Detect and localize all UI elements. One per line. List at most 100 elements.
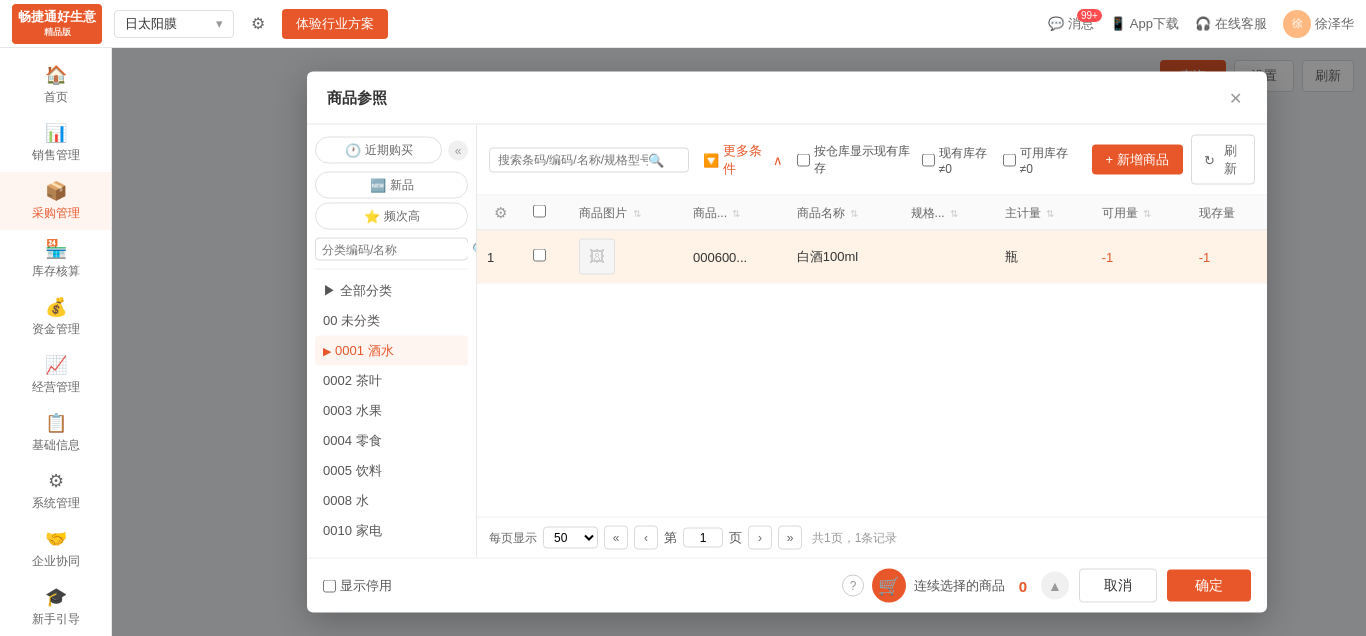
sidebar-label-collab: 企业协同 <box>32 553 80 570</box>
frequent-btn[interactable]: ⭐ 频次高 <box>315 203 468 230</box>
checkbox-available-neq-input[interactable] <box>1003 153 1016 166</box>
table-row[interactable]: 1 🖼 000600... <box>477 230 1267 283</box>
prev-page-btn[interactable]: ‹ <box>634 526 658 550</box>
modal-header: 商品参照 ✕ <box>307 72 1267 125</box>
checkbox-stock-neq-input[interactable] <box>922 153 935 166</box>
name-sort-icon: ⇅ <box>850 207 858 218</box>
img-sort-icon: ⇅ <box>633 207 641 218</box>
table-header-row: ⚙ 商品图片 ⇅ <box>477 196 1267 231</box>
sidebar-item-purchase[interactable]: 📦 采购管理 <box>0 172 111 230</box>
per-page-label: 每页显示 <box>489 529 537 546</box>
checkbox-stock-neq[interactable]: 现有库存≠0 <box>922 144 995 175</box>
td-unit: 瓶 <box>995 230 1092 283</box>
checkbox-stock-neq-label: 现有库存≠0 <box>939 144 995 175</box>
confirm-button[interactable]: 确定 <box>1167 570 1251 602</box>
checkbox-available-neq[interactable]: 可用库存≠0 <box>1003 144 1076 175</box>
star-icon: ⭐ <box>364 209 380 224</box>
guide-icon: 🎓 <box>45 586 67 608</box>
checkbox-warehouse-input[interactable] <box>797 153 810 166</box>
select-all-checkbox[interactable] <box>533 205 546 218</box>
sidebar-item-business[interactable]: 📈 经营管理 <box>0 346 111 404</box>
category-search-input[interactable] <box>322 242 472 256</box>
tenant-name: 日太阳膜 <box>125 15 177 33</box>
sidebar-item-guide[interactable]: 🎓 新手引导 <box>0 578 111 636</box>
avatar: 徐 <box>1283 10 1311 38</box>
th-checkbox <box>523 196 569 231</box>
code-sort-icon: ⇅ <box>732 207 740 218</box>
sidebar-item-home[interactable]: 🏠 首页 <box>0 56 111 114</box>
th-code[interactable]: 商品... ⇅ <box>683 196 787 231</box>
product-search-input[interactable] <box>498 153 648 167</box>
tenant-dropdown[interactable]: 日太阳膜 ▾ <box>114 10 234 38</box>
unit-sort-icon: ⇅ <box>1046 207 1054 218</box>
sidebar-item-base[interactable]: 📋 基础信息 <box>0 404 111 462</box>
modal-close-button[interactable]: ✕ <box>1223 86 1247 110</box>
filter-label: 更多条件 <box>723 142 769 178</box>
message-icon: 💬 <box>1048 16 1064 31</box>
business-icon: 📈 <box>45 354 67 376</box>
message-item[interactable]: 💬 消息 99+ <box>1048 15 1094 33</box>
add-product-button[interactable]: + 新增商品 <box>1092 145 1183 175</box>
recent-purchase-btn[interactable]: 🕐 近期购买 <box>315 137 442 164</box>
sidebar-label-business: 经营管理 <box>32 379 80 396</box>
sidebar-item-system[interactable]: ⚙ 系统管理 <box>0 462 111 520</box>
checkbox-warehouse-label: 按仓库显示现有库存 <box>814 143 914 177</box>
checkbox-warehouse[interactable]: 按仓库显示现有库存 <box>797 143 914 177</box>
th-avail[interactable]: 可用量 ⇅ <box>1092 196 1189 231</box>
next-page-btn[interactable]: › <box>748 526 772 550</box>
category-appliance[interactable]: 0010 家电 <box>315 516 468 546</box>
product-search-icon[interactable]: 🔍 <box>648 152 664 167</box>
filter-button[interactable]: 🔽 更多条件 ∧ <box>697 138 789 182</box>
product-table-wrap: ⚙ 商品图片 ⇅ <box>477 196 1267 517</box>
th-name[interactable]: 商品名称 ⇅ <box>787 196 901 231</box>
category-all[interactable]: ▶ 全部分类 <box>315 276 468 306</box>
base-icon: 📋 <box>45 412 67 434</box>
category-snack[interactable]: 0004 零食 <box>315 426 468 456</box>
cart-icon[interactable]: 🛒 <box>872 569 906 603</box>
help-icon[interactable]: ? <box>842 575 864 597</box>
category-liquor[interactable]: ▶ 0001 酒水 <box>315 336 468 366</box>
cancel-button[interactable]: 取消 <box>1079 569 1157 603</box>
th-unit[interactable]: 主计量 ⇅ <box>995 196 1092 231</box>
th-stock[interactable]: 现存量 <box>1189 196 1267 231</box>
product-reference-modal: 商品参照 ✕ 🕐 近期购买 « 🆕 新品 <box>307 72 1267 613</box>
table-gear-icon[interactable]: ⚙ <box>494 204 507 221</box>
th-spec[interactable]: 规格... ⇅ <box>901 196 995 231</box>
filter-collapse-icon: ∧ <box>773 152 783 167</box>
show-disabled-checkbox[interactable]: 显示停用 <box>323 577 392 595</box>
row-checkbox[interactable] <box>533 249 546 262</box>
logo-sub: 精品版 <box>44 26 71 39</box>
refresh-button[interactable]: ↻ 刷新 <box>1191 135 1255 185</box>
app-download-item[interactable]: 📱 App下载 <box>1110 15 1179 33</box>
td-checkbox[interactable] <box>523 230 569 283</box>
new-product-label: 新品 <box>390 177 414 194</box>
category-uncategorized[interactable]: 00 未分类 <box>315 306 468 336</box>
new-product-btn[interactable]: 🆕 新品 <box>315 172 468 199</box>
category-tea[interactable]: 0002 茶叶 <box>315 366 468 396</box>
td-name: 白酒100ml <box>787 230 901 283</box>
show-disabled-input[interactable] <box>323 579 336 592</box>
sidebar-label-purchase: 采购管理 <box>32 205 80 222</box>
first-page-btn[interactable]: « <box>604 526 628 550</box>
per-page-select[interactable]: 50 20 100 <box>543 527 598 549</box>
sidebar-item-inventory[interactable]: 🏪 库存核算 <box>0 230 111 288</box>
sidebar-item-sales[interactable]: 📊 销售管理 <box>0 114 111 172</box>
layout: 🏠 首页 📊 销售管理 📦 采购管理 🏪 库存核算 💰 资金管理 📈 经营管理 … <box>0 48 1366 636</box>
category-drink[interactable]: 0005 饮料 <box>315 456 468 486</box>
experience-button[interactable]: 体验行业方案 <box>282 9 388 39</box>
category-water[interactable]: 0008 水 <box>315 486 468 516</box>
new-icon: 🆕 <box>370 178 386 193</box>
category-fruit[interactable]: 0003 水果 <box>315 396 468 426</box>
last-page-btn[interactable]: » <box>778 526 802 550</box>
collapse-cart-btn[interactable]: ▲ <box>1041 572 1069 600</box>
app-label: App下载 <box>1130 15 1179 33</box>
collapse-left-btn[interactable]: « <box>448 140 468 160</box>
sidebar-item-collab[interactable]: 🤝 企业协同 <box>0 520 111 578</box>
recent-purchase-label: 近期购买 <box>365 142 413 159</box>
user-item[interactable]: 徐 徐泽华 <box>1283 10 1354 38</box>
service-item[interactable]: 🎧 在线客服 <box>1195 15 1267 33</box>
page-number-input[interactable] <box>683 528 723 548</box>
sidebar-item-finance[interactable]: 💰 资金管理 <box>0 288 111 346</box>
total-info: 共1页，1条记录 <box>812 529 897 546</box>
settings-icon[interactable]: ⚙ <box>242 8 274 40</box>
